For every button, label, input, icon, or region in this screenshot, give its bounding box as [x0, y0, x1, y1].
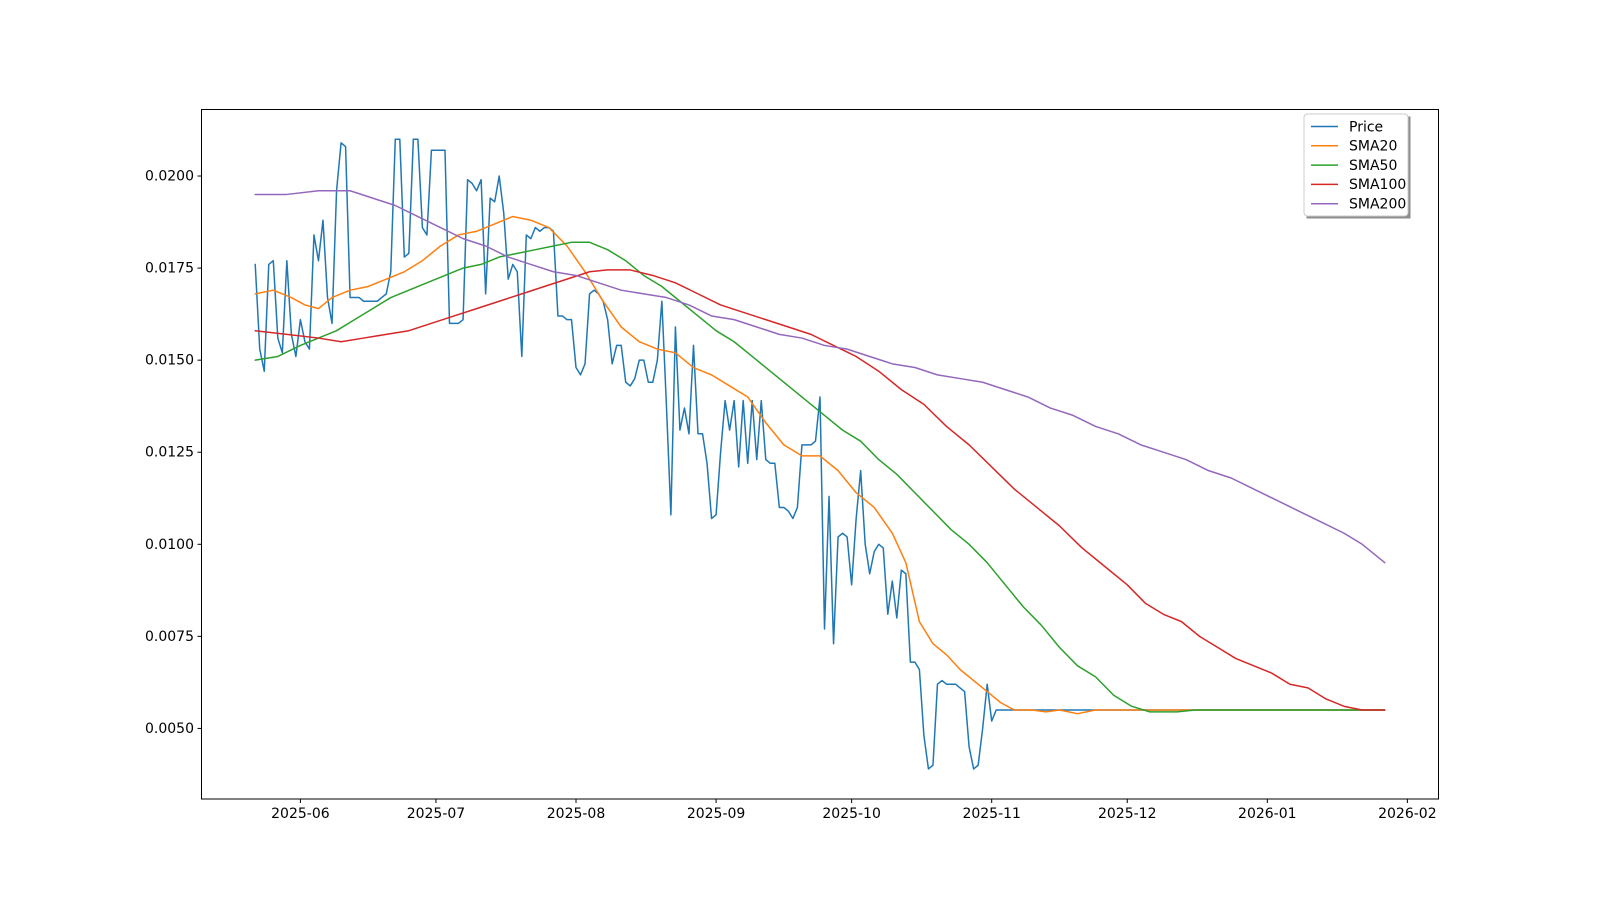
legend-label: SMA50 [1349, 158, 1397, 174]
y-tick-label: 0.0125 [145, 445, 194, 461]
y-tick-label: 0.0050 [145, 721, 194, 737]
y-tick-label: 0.0200 [145, 169, 194, 185]
y-tick-label: 0.0150 [145, 353, 194, 369]
y-tick-label: 0.0075 [145, 629, 194, 645]
legend: Price SMA20 SMA50 SMA100 SMA200 [1303, 113, 1411, 219]
x-tick-label: 2025-11 [962, 806, 1021, 822]
price-sma-chart: 2025-06 2025-07 2025-08 2025-09 2025-10 2025-… [0, 0, 1600, 900]
y-tick-label: 0.0100 [145, 537, 194, 553]
legend-label: SMA200 [1349, 197, 1406, 213]
x-tick-label: 2025-08 [547, 806, 606, 822]
figure: 2025-06 2025-07 2025-08 2025-09 2025-10 2025-… [0, 0, 1600, 900]
y-tick-label: 0.0175 [145, 261, 194, 277]
x-tick-label: 2025-09 [687, 806, 746, 822]
x-tick-label: 2025-07 [407, 806, 466, 822]
x-tick-label: 2025-12 [1098, 806, 1157, 822]
legend-label: Price [1349, 119, 1383, 135]
legend-label: SMA100 [1349, 177, 1406, 193]
x-tick-label: 2025-06 [271, 806, 330, 822]
x-tick-label: 2026-02 [1378, 806, 1437, 822]
legend-label: SMA20 [1349, 139, 1397, 155]
x-tick-label: 2025-10 [822, 806, 881, 822]
x-tick-label: 2026-01 [1238, 806, 1297, 822]
